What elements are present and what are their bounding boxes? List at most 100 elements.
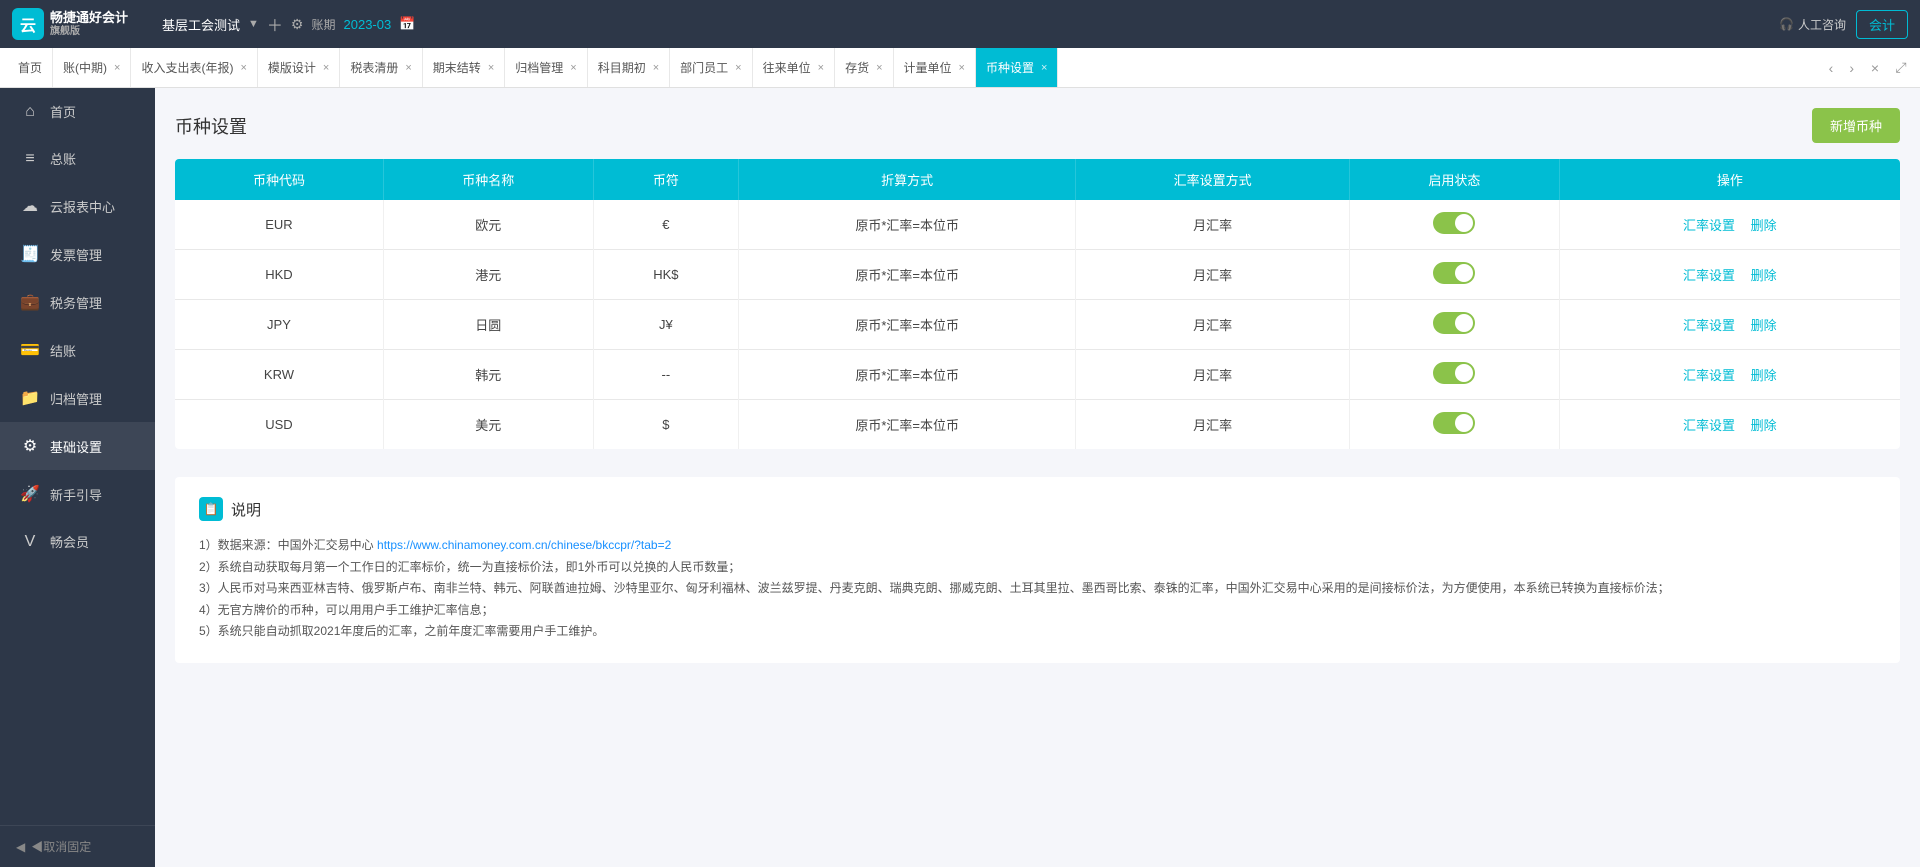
cell-status-4 [1350, 400, 1560, 450]
tab-home[interactable]: 首页 [8, 48, 53, 88]
sidebar-item-tax[interactable]: 💼 税务管理 [0, 278, 155, 326]
toggle-4[interactable] [1433, 412, 1475, 434]
table-row: USD 美元 $ 原币*汇率=本位币 月汇率 汇率设置 删除 [175, 400, 1900, 450]
add-tab-icon[interactable]: ＋ [267, 12, 283, 36]
toggle-track-2 [1433, 312, 1475, 334]
table-row: JPY 日圆 J¥ 原币*汇率=本位币 月汇率 汇率设置 删除 [175, 300, 1900, 350]
cell-name-1: 港元 [383, 250, 593, 300]
cell-name-4: 美元 [383, 400, 593, 450]
tab-window-controls: ‹ › × ⤢ [1823, 57, 1912, 79]
new-currency-button[interactable]: 新增币种 [1812, 108, 1900, 143]
toggle-2[interactable] [1433, 312, 1475, 334]
rate-settings-link-2[interactable]: 汇率设置 [1683, 318, 1735, 333]
delete-link-4[interactable]: 删除 [1751, 418, 1777, 433]
tab-archive[interactable]: 归档管理 × [505, 48, 587, 88]
tab-close-inventory[interactable]: × [876, 62, 882, 74]
cell-actions-0: 汇率设置 删除 [1559, 200, 1900, 250]
table-body: EUR 欧元 € 原币*汇率=本位币 月汇率 汇率设置 删除 HKD 港元 HK… [175, 200, 1900, 449]
dropdown-icon[interactable]: ▼ [248, 18, 259, 30]
tab-close-contacts[interactable]: × [818, 62, 824, 74]
top-header: 云 畅捷通好会计 旗舰版 基层工会测试 ▼ ＋ ⚙ 账期 2023-03 📅 🎧… [0, 0, 1920, 48]
calendar-icon[interactable]: 📅 [399, 16, 415, 32]
tab-units[interactable]: 计量单位 × [894, 48, 976, 88]
tab-close-all-icon[interactable]: × [1864, 57, 1886, 79]
tab-close-period[interactable]: × [488, 62, 494, 74]
col-actions: 操作 [1559, 159, 1900, 200]
company-name: 基层工会测试 [162, 15, 240, 34]
tab-tax[interactable]: 税表清册 × [340, 48, 422, 88]
settings-icon[interactable]: ⚙ [291, 16, 304, 33]
col-code: 币种代码 [175, 159, 383, 200]
sidebar-pin-toggle[interactable]: ◀ ◀取消固定 [0, 825, 155, 867]
tab-subject-init[interactable]: 科目期初 × [588, 48, 670, 88]
rate-settings-link-1[interactable]: 汇率设置 [1683, 268, 1735, 283]
sidebar-item-checkout[interactable]: 💳 结账 [0, 326, 155, 374]
page-title-row: 币种设置 新增币种 [175, 108, 1900, 143]
tab-next-icon[interactable]: › [1843, 60, 1860, 76]
table-row: EUR 欧元 € 原币*汇率=本位币 月汇率 汇率设置 删除 [175, 200, 1900, 250]
tab-contacts[interactable]: 往来单位 × [753, 48, 835, 88]
sidebar-item-ledger[interactable]: ≡ 总账 [0, 135, 155, 182]
tab-inventory[interactable]: 存货 × [835, 48, 893, 88]
cell-actions-2: 汇率设置 删除 [1559, 300, 1900, 350]
tab-close-template[interactable]: × [323, 62, 329, 74]
tab-close-currency[interactable]: × [1041, 62, 1047, 74]
delete-link-2[interactable]: 删除 [1751, 318, 1777, 333]
tab-close-archive[interactable]: × [570, 62, 576, 74]
toggle-0[interactable] [1433, 212, 1475, 234]
tab-zhongqi[interactable]: 账(中期) × [53, 48, 131, 88]
tab-period-close[interactable]: 期末结转 × [423, 48, 505, 88]
cell-code-3: KRW [175, 350, 383, 400]
note-item-3: 4）无官方牌价的币种，可以用用户手工维护汇率信息； [199, 600, 1876, 622]
sidebar-item-vip[interactable]: V 畅会员 [0, 518, 155, 565]
table-header: 币种代码 币种名称 币符 折算方式 汇率设置方式 启用状态 操作 [175, 159, 1900, 200]
cloud-icon: ☁ [20, 196, 40, 216]
rate-settings-link-4[interactable]: 汇率设置 [1683, 418, 1735, 433]
sidebar-item-newbie[interactable]: 🚀 新手引导 [0, 470, 155, 518]
cell-symbol-0: € [593, 200, 739, 250]
delete-link-0[interactable]: 删除 [1751, 218, 1777, 233]
cell-symbol-3: -- [593, 350, 739, 400]
main-layout: ⌂ 首页 ≡ 总账 ☁ 云报表中心 🧾 发票管理 💼 税务管理 💳 结账 📁 归… [0, 88, 1920, 867]
tab-dept[interactable]: 部门员工 × [670, 48, 752, 88]
tax-icon: 💼 [20, 292, 40, 312]
cell-calc-2: 原币*汇率=本位币 [739, 300, 1076, 350]
account-button[interactable]: 会计 [1856, 10, 1908, 39]
sidebar-item-archive[interactable]: 📁 归档管理 [0, 374, 155, 422]
delete-link-1[interactable]: 删除 [1751, 268, 1777, 283]
tab-close-zhongqi[interactable]: × [114, 62, 120, 74]
rate-settings-link-0[interactable]: 汇率设置 [1683, 218, 1735, 233]
tab-prev-icon[interactable]: ‹ [1823, 60, 1840, 76]
delete-link-3[interactable]: 删除 [1751, 368, 1777, 383]
headset-icon: 🎧 [1779, 17, 1794, 31]
cell-actions-4: 汇率设置 删除 [1559, 400, 1900, 450]
cell-code-2: JPY [175, 300, 383, 350]
toggle-3[interactable] [1433, 362, 1475, 384]
sidebar-item-invoice[interactable]: 🧾 发票管理 [0, 230, 155, 278]
logo-sub: 旗舰版 [50, 26, 128, 38]
period-value: 2023-03 [344, 17, 392, 32]
sidebar-item-basic[interactable]: ⚙ 基础设置 [0, 422, 155, 470]
rate-settings-link-3[interactable]: 汇率设置 [1683, 368, 1735, 383]
tab-income[interactable]: 收入支出表(年报) × [131, 48, 257, 88]
tab-close-dept[interactable]: × [735, 62, 741, 74]
note-item-4: 5）系统只能自动抓取2021年度后的汇率，之前年度汇率需要用户手工维护。 [199, 621, 1876, 643]
toggle-1[interactable] [1433, 262, 1475, 284]
note-link-0[interactable]: https://www.chinamoney.com.cn/chinese/bk… [377, 538, 671, 552]
tab-expand-icon[interactable]: ⤢ [1890, 57, 1912, 79]
cell-symbol-4: $ [593, 400, 739, 450]
tab-currency[interactable]: 币种设置 × [976, 48, 1058, 88]
sidebar-item-reports[interactable]: ☁ 云报表中心 [0, 182, 155, 230]
support-button[interactable]: 🎧 人工咨询 [1779, 16, 1846, 33]
cell-rate-method-4: 月汇率 [1076, 400, 1350, 450]
tab-close-subject[interactable]: × [653, 62, 659, 74]
tab-close-income[interactable]: × [240, 62, 246, 74]
tab-template[interactable]: 模版设计 × [258, 48, 340, 88]
col-status: 启用状态 [1350, 159, 1560, 200]
tab-close-tax[interactable]: × [405, 62, 411, 74]
sidebar-item-home[interactable]: ⌂ 首页 [0, 88, 155, 135]
cell-status-3 [1350, 350, 1560, 400]
note-title: 📋 说明 [199, 497, 1876, 521]
vip-icon: V [20, 533, 40, 551]
tab-close-units[interactable]: × [959, 62, 965, 74]
